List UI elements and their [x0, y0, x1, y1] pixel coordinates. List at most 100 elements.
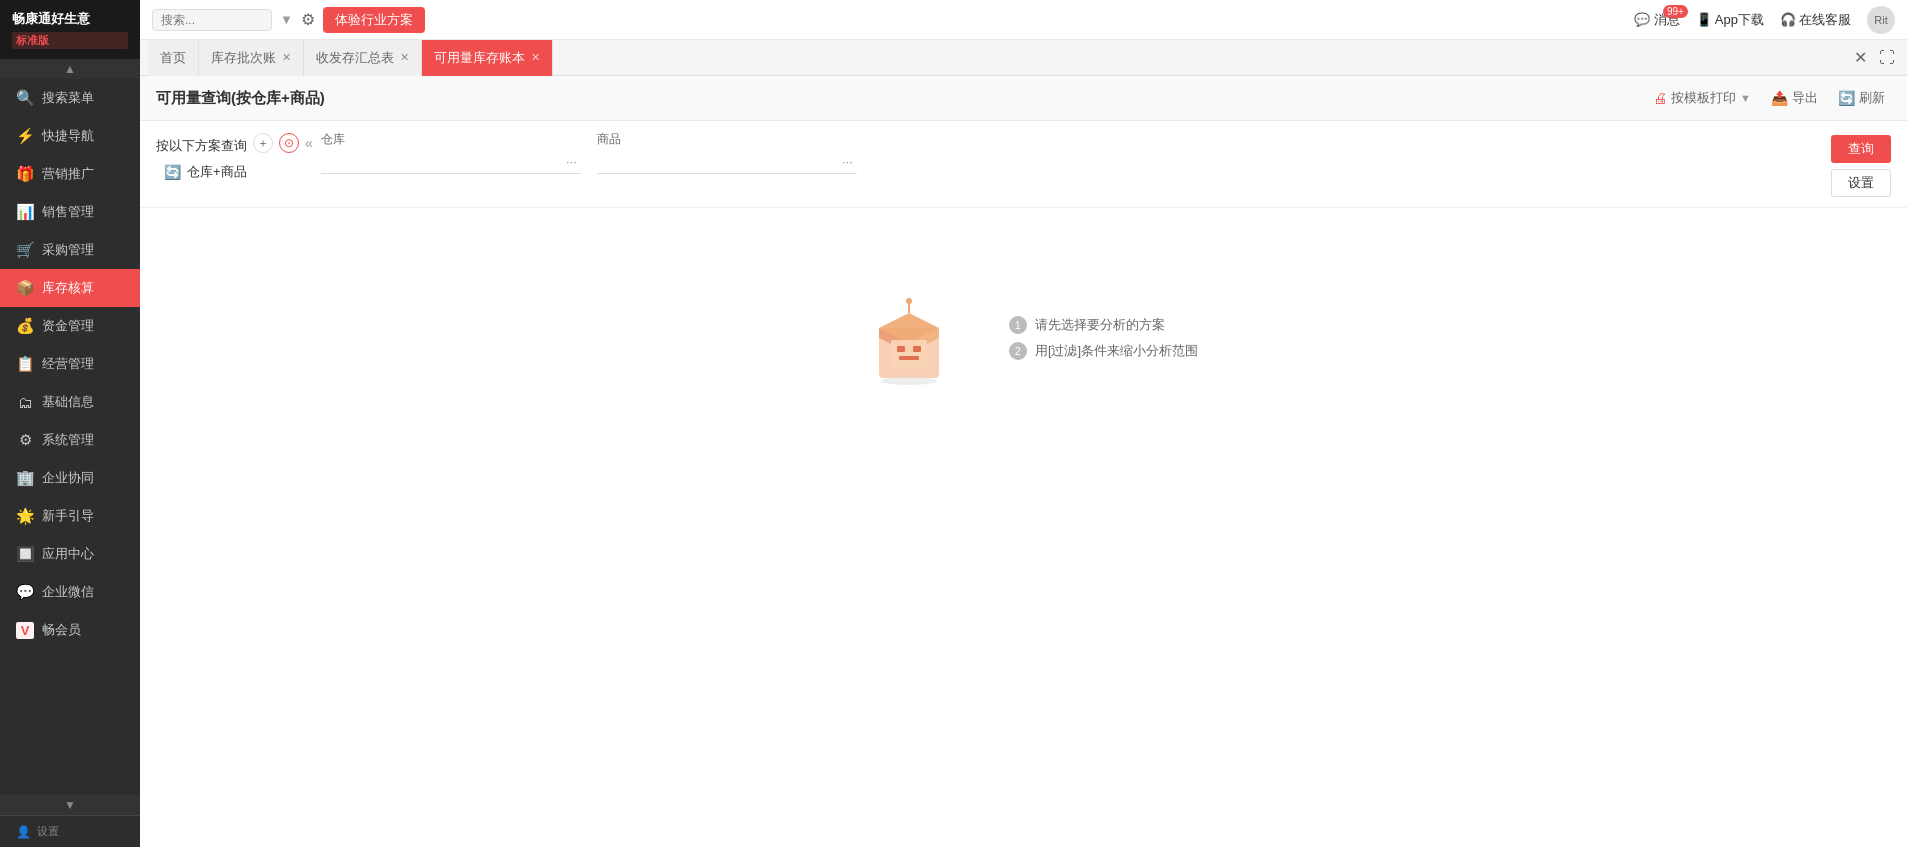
product-more-btn[interactable]: ··· — [838, 154, 857, 169]
edition-badge: 标准版 — [12, 32, 128, 49]
sidebar-item-member[interactable]: V 畅会员 — [0, 611, 140, 649]
sidebar-item-wechat[interactable]: 💬 企业微信 — [0, 573, 140, 611]
product-input[interactable] — [597, 150, 838, 173]
warehouse-more-btn[interactable]: ··· — [562, 154, 581, 169]
sidebar-item-system[interactable]: ⚙ 系统管理 — [0, 421, 140, 459]
empty-tips: 1 请先选择要分析的方案 2 用[过滤]条件来缩小分析范围 — [1009, 316, 1198, 360]
sidebar-item-operation[interactable]: 📋 经营管理 — [0, 345, 140, 383]
maximize-tab-btn[interactable]: ⛶ — [1875, 44, 1899, 71]
online-support-btn[interactable]: 🎧 在线客服 — [1780, 11, 1851, 29]
tab-summary-close[interactable]: ✕ — [400, 51, 409, 64]
sidebar-item-basic[interactable]: 🗂 基础信息 — [0, 383, 140, 421]
tab-home-label: 首页 — [160, 49, 186, 67]
enterprise-icon: 🏢 — [16, 469, 34, 487]
svg-point-10 — [881, 377, 937, 385]
tab-home[interactable]: 首页 — [148, 40, 199, 76]
empty-state: 1 请先选择要分析的方案 2 用[过滤]条件来缩小分析范围 — [140, 208, 1907, 468]
sidebar-item-sales[interactable]: 📊 销售管理 — [0, 193, 140, 231]
scheme-item-warehouse[interactable]: 🔄 仓库+商品 — [156, 159, 255, 185]
page-title: 可用量查询(按仓库+商品) — [156, 89, 325, 108]
filter-fields: 仓库 ··· 商品 ··· — [321, 131, 1823, 174]
warehouse-input[interactable] — [321, 150, 562, 173]
tab-summary[interactable]: 收发存汇总表 ✕ — [304, 40, 422, 76]
sidebar: 畅康通好生意 标准版 ▲ 🔍 搜索菜单 ⚡ 快捷导航 🎁 营销推广 📊 销售管理… — [0, 0, 140, 847]
tab-summary-label: 收发存汇总表 — [316, 49, 394, 67]
tip-text-1: 请先选择要分析的方案 — [1035, 316, 1165, 334]
sidebar-item-label: 快捷导航 — [42, 127, 94, 145]
inventory-icon: 📦 — [16, 279, 34, 297]
message-btn[interactable]: 💬 消息 99+ — [1634, 11, 1680, 29]
finance-icon: 💰 — [16, 317, 34, 335]
sidebar-item-finance[interactable]: 💰 资金管理 — [0, 307, 140, 345]
sidebar-item-label: 库存核算 — [42, 279, 94, 297]
refresh-icon: 🔄 — [1838, 90, 1855, 106]
chevron-down-icon[interactable]: ▼ — [280, 12, 293, 27]
phone-icon: 📱 — [1696, 12, 1712, 27]
search-nav-icon: 🔍 — [16, 89, 34, 107]
scheme-settings-btn[interactable]: ⊙ — [279, 133, 299, 153]
sidebar-item-label: 采购管理 — [42, 241, 94, 259]
tab-batch[interactable]: 库存批次账 ✕ — [199, 40, 304, 76]
sidebar-item-purchase[interactable]: 🛒 采购管理 — [0, 231, 140, 269]
print-chevron[interactable]: ▼ — [1740, 92, 1751, 104]
add-scheme-btn[interactable]: ＋ — [253, 133, 273, 153]
sidebar-item-label: 销售管理 — [42, 203, 94, 221]
avatar[interactable]: Rit — [1867, 6, 1895, 34]
sidebar-item-label: 基础信息 — [42, 393, 94, 411]
sidebar-scroll: 🔍 搜索菜单 ⚡ 快捷导航 🎁 营销推广 📊 销售管理 🛒 采购管理 📦 库存核… — [0, 79, 140, 795]
sidebar-item-label: 应用中心 — [42, 545, 94, 563]
marketing-icon: 🎁 — [16, 165, 34, 183]
topbar-search-input[interactable] — [152, 9, 272, 31]
topbar-right: 💬 消息 99+ 📱 App下载 🎧 在线客服 Rit — [1634, 6, 1895, 34]
app-download-btn[interactable]: 📱 App下载 — [1696, 11, 1764, 29]
user-name: 设置 — [37, 824, 59, 839]
sales-icon: 📊 — [16, 203, 34, 221]
sidebar-scroll-down[interactable]: ▼ — [0, 795, 140, 815]
product-field-label: 商品 — [597, 131, 857, 148]
scheme-item-label: 仓库+商品 — [187, 163, 247, 181]
refresh-btn[interactable]: 🔄 刷新 — [1832, 86, 1891, 110]
collapse-btn[interactable]: « — [305, 135, 313, 151]
main-area: ▼ ⚙ 体验行业方案 💬 消息 99+ 📱 App下载 🎧 在线客服 Rit — [140, 0, 1907, 847]
sidebar-header: 畅康通好生意 标准版 — [0, 0, 140, 59]
tip-item-2: 2 用[过滤]条件来缩小分析范围 — [1009, 342, 1198, 360]
svg-rect-4 — [891, 340, 927, 368]
gear-icon[interactable]: ⚙ — [301, 10, 315, 29]
sidebar-item-enterprise[interactable]: 🏢 企业协同 — [0, 459, 140, 497]
tabs-actions: ✕ ⛶ — [1850, 44, 1899, 71]
filter-label: 按以下方案查询 — [156, 131, 247, 155]
sidebar-item-label: 营销推广 — [42, 165, 94, 183]
tab-available[interactable]: 可用量库存账本 ✕ — [422, 40, 553, 76]
page-header: 可用量查询(按仓库+商品) 🖨 按模板打印 ▼ 📤 导出 🔄 刷新 — [140, 76, 1907, 121]
sidebar-item-search[interactable]: 🔍 搜索菜单 — [0, 79, 140, 117]
sidebar-item-marketing[interactable]: 🎁 营销推广 — [0, 155, 140, 193]
operation-icon: 📋 — [16, 355, 34, 373]
sidebar-item-appstore[interactable]: 🔲 应用中心 — [0, 535, 140, 573]
refresh-label: 刷新 — [1859, 89, 1885, 107]
tab-available-label: 可用量库存账本 — [434, 49, 525, 67]
industry-btn[interactable]: 体验行业方案 — [323, 7, 425, 33]
tab-available-close[interactable]: ✕ — [531, 51, 540, 64]
page-content: 可用量查询(按仓库+商品) 🖨 按模板打印 ▼ 📤 导出 🔄 刷新 — [140, 76, 1907, 847]
export-icon: 📤 — [1771, 90, 1788, 106]
query-button[interactable]: 查询 — [1831, 135, 1891, 163]
print-btn[interactable]: 🖨 按模板打印 ▼ — [1647, 86, 1757, 110]
tip-num-1: 1 — [1009, 316, 1027, 334]
tip-item-1: 1 请先选择要分析的方案 — [1009, 316, 1198, 334]
sidebar-item-label: 搜索菜单 — [42, 89, 94, 107]
svg-point-9 — [906, 298, 912, 304]
settings-button[interactable]: 设置 — [1831, 169, 1891, 197]
newbie-icon: 🌟 — [16, 507, 34, 525]
sidebar-item-inventory[interactable]: 📦 库存核算 — [0, 269, 140, 307]
sidebar-item-shortcut[interactable]: ⚡ 快捷导航 — [0, 117, 140, 155]
tab-batch-label: 库存批次账 — [211, 49, 276, 67]
tab-batch-close[interactable]: ✕ — [282, 51, 291, 64]
svg-rect-6 — [913, 346, 921, 352]
export-btn[interactable]: 📤 导出 — [1765, 86, 1824, 110]
sidebar-scroll-up[interactable]: ▲ — [0, 59, 140, 79]
sidebar-bottom[interactable]: 👤 设置 — [0, 815, 140, 847]
sidebar-item-newbie[interactable]: 🌟 新手引导 — [0, 497, 140, 535]
tip-num-2: 2 — [1009, 342, 1027, 360]
svg-rect-7 — [899, 356, 919, 360]
close-tab-btn[interactable]: ✕ — [1850, 44, 1871, 71]
